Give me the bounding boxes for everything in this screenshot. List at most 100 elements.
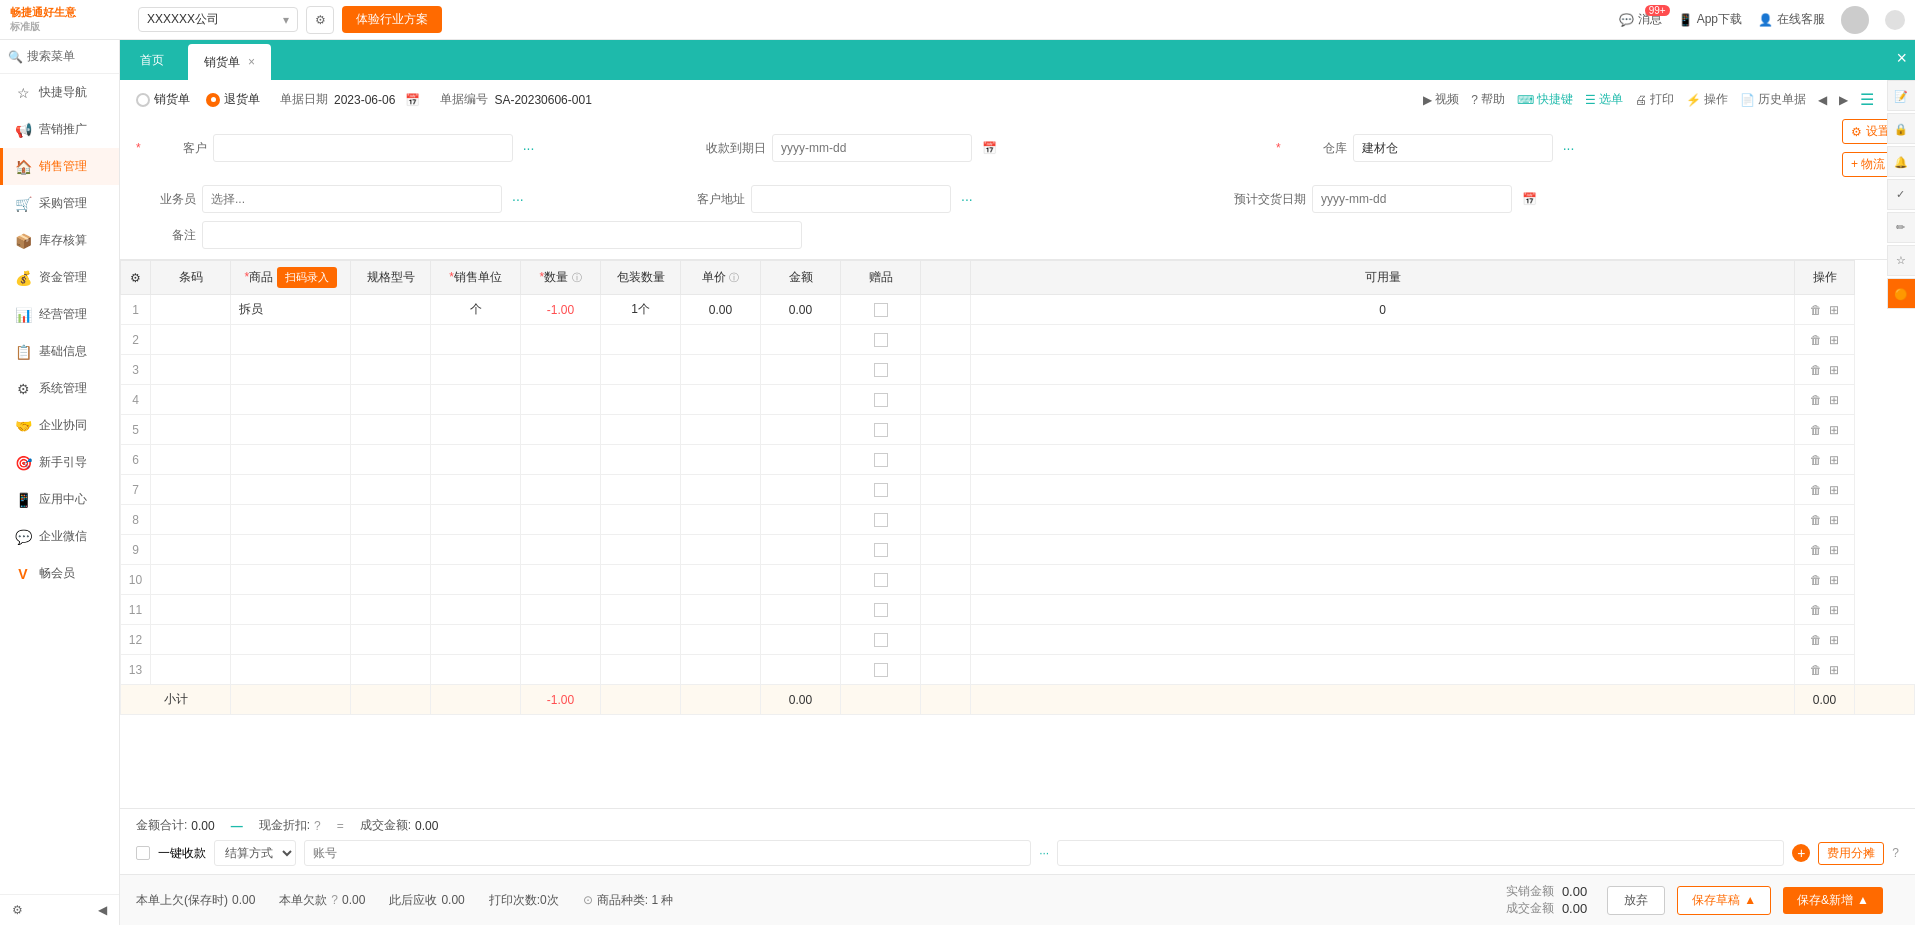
row-spec[interactable] xyxy=(351,535,431,565)
float-bell-btn[interactable]: 🔔 xyxy=(1887,146,1915,177)
row-spec[interactable] xyxy=(351,625,431,655)
row-amount[interactable] xyxy=(761,565,841,595)
payment-amount-input[interactable] xyxy=(1057,840,1784,866)
sidebar-item-apps[interactable]: 📱 应用中心 xyxy=(0,481,119,518)
delete-icon[interactable]: 🗑 xyxy=(1810,483,1822,497)
row-remark[interactable] xyxy=(921,535,971,565)
row-barcode[interactable] xyxy=(151,475,231,505)
row-qty[interactable] xyxy=(521,655,601,685)
row-remark[interactable] xyxy=(921,325,971,355)
sidebar-item-marketing[interactable]: 📢 营销推广 xyxy=(0,111,119,148)
row-spec[interactable] xyxy=(351,325,431,355)
row-price[interactable] xyxy=(681,505,761,535)
row-unit[interactable] xyxy=(431,355,521,385)
row-remark[interactable] xyxy=(921,355,971,385)
notes-input[interactable] xyxy=(202,221,802,249)
row-amount[interactable] xyxy=(761,505,841,535)
customer-addr-dots[interactable]: ··· xyxy=(961,191,973,207)
copy-icon[interactable]: ⊞ xyxy=(1829,423,1839,437)
sidebar-item-sales[interactable]: 🏠 销售管理 xyxy=(0,148,119,185)
row-unit[interactable] xyxy=(431,415,521,445)
delete-icon[interactable]: 🗑 xyxy=(1810,603,1822,617)
expected-date-input[interactable] xyxy=(1312,185,1512,213)
row-barcode[interactable] xyxy=(151,325,231,355)
row-pkg-qty[interactable] xyxy=(601,385,681,415)
sidebar-collapse-icon[interactable]: ◀ xyxy=(98,903,107,917)
sidebar-item-guide[interactable]: 🎯 新手引导 xyxy=(0,444,119,481)
row-price[interactable] xyxy=(681,655,761,685)
row-product[interactable] xyxy=(231,595,351,625)
copy-icon[interactable]: ⊞ xyxy=(1829,483,1839,497)
float-lock-btn[interactable]: 🔒 xyxy=(1887,113,1915,144)
row-barcode[interactable] xyxy=(151,355,231,385)
receipt-date-input[interactable] xyxy=(772,134,972,162)
col-settings[interactable]: ⚙ xyxy=(121,261,151,295)
row-remark[interactable] xyxy=(921,655,971,685)
float-note-btn[interactable]: 📝 xyxy=(1887,80,1915,111)
tab-home[interactable]: 首页 xyxy=(120,40,184,80)
copy-icon[interactable]: ⊞ xyxy=(1829,393,1839,407)
row-qty[interactable] xyxy=(521,595,601,625)
prev-record-icon[interactable]: ◀ xyxy=(1818,93,1827,107)
salesperson-input[interactable] xyxy=(202,185,502,213)
row-pkg-qty[interactable] xyxy=(601,655,681,685)
row-qty[interactable] xyxy=(521,625,601,655)
message-button[interactable]: 💬 消息 99+ xyxy=(1619,11,1662,28)
row-product[interactable] xyxy=(231,565,351,595)
shortcut-link[interactable]: ⌨ 快捷键 xyxy=(1517,91,1573,108)
help-link[interactable]: ? 帮助 xyxy=(1471,91,1505,108)
customer-dots[interactable]: ··· xyxy=(523,140,535,156)
history-link[interactable]: 📄 历史单据 xyxy=(1740,91,1806,108)
row-unit[interactable] xyxy=(431,325,521,355)
float-edit-btn[interactable]: ✏ xyxy=(1887,212,1915,243)
copy-icon[interactable]: ⊞ xyxy=(1829,453,1839,467)
row-product[interactable] xyxy=(231,355,351,385)
row-unit[interactable] xyxy=(431,385,521,415)
row-price[interactable] xyxy=(681,565,761,595)
row-barcode[interactable] xyxy=(151,295,231,325)
row-qty[interactable] xyxy=(521,505,601,535)
online-service-button[interactable]: 👤 在线客服 xyxy=(1758,11,1825,28)
row-barcode[interactable] xyxy=(151,385,231,415)
fee-help-icon[interactable]: ? xyxy=(1892,846,1899,860)
row-product[interactable] xyxy=(231,385,351,415)
sidebar-item-basic[interactable]: 📋 基础信息 xyxy=(0,333,119,370)
row-barcode[interactable] xyxy=(151,445,231,475)
save-draft-button[interactable]: 保存草稿 ▲ xyxy=(1677,886,1771,915)
copy-icon[interactable]: ⊞ xyxy=(1829,633,1839,647)
operation-link[interactable]: ⚡ 操作 xyxy=(1686,91,1728,108)
customer-input[interactable] xyxy=(213,134,513,162)
row-price[interactable]: 0.00 xyxy=(681,295,761,325)
row-qty[interactable] xyxy=(521,535,601,565)
scan-button[interactable]: 扫码录入 xyxy=(277,267,337,288)
tab-sale-order[interactable]: 销货单 × xyxy=(188,44,271,80)
row-product[interactable] xyxy=(231,415,351,445)
row-gift[interactable] xyxy=(841,505,921,535)
row-spec[interactable] xyxy=(351,565,431,595)
row-price[interactable] xyxy=(681,475,761,505)
sidebar-search[interactable]: 🔍 搜索菜单 xyxy=(0,40,119,74)
row-barcode[interactable] xyxy=(151,535,231,565)
row-remark[interactable] xyxy=(921,625,971,655)
delete-icon[interactable]: 🗑 xyxy=(1810,663,1822,677)
delete-icon[interactable]: 🗑 xyxy=(1810,363,1822,377)
fee-split-button[interactable]: 费用分摊 xyxy=(1818,842,1884,865)
row-spec[interactable] xyxy=(351,505,431,535)
row-pkg-qty[interactable] xyxy=(601,415,681,445)
sidebar-item-finance[interactable]: 💰 资金管理 xyxy=(0,259,119,296)
row-unit[interactable] xyxy=(431,655,521,685)
row-amount[interactable]: 0.00 xyxy=(761,295,841,325)
row-gift[interactable] xyxy=(841,415,921,445)
float-approve-btn[interactable]: ✓ xyxy=(1887,179,1915,210)
row-price[interactable] xyxy=(681,415,761,445)
close-panel-icon[interactable]: × xyxy=(1896,48,1907,69)
row-product[interactable] xyxy=(231,475,351,505)
trial-button[interactable]: 体验行业方案 xyxy=(342,6,442,33)
add-payment-button[interactable]: + xyxy=(1792,844,1810,862)
row-gift[interactable] xyxy=(841,655,921,685)
row-qty[interactable] xyxy=(521,415,601,445)
row-pkg-qty[interactable] xyxy=(601,355,681,385)
copy-icon[interactable]: ⊞ xyxy=(1829,603,1839,617)
next-record-icon[interactable]: ▶ xyxy=(1839,93,1848,107)
row-gift[interactable] xyxy=(841,565,921,595)
